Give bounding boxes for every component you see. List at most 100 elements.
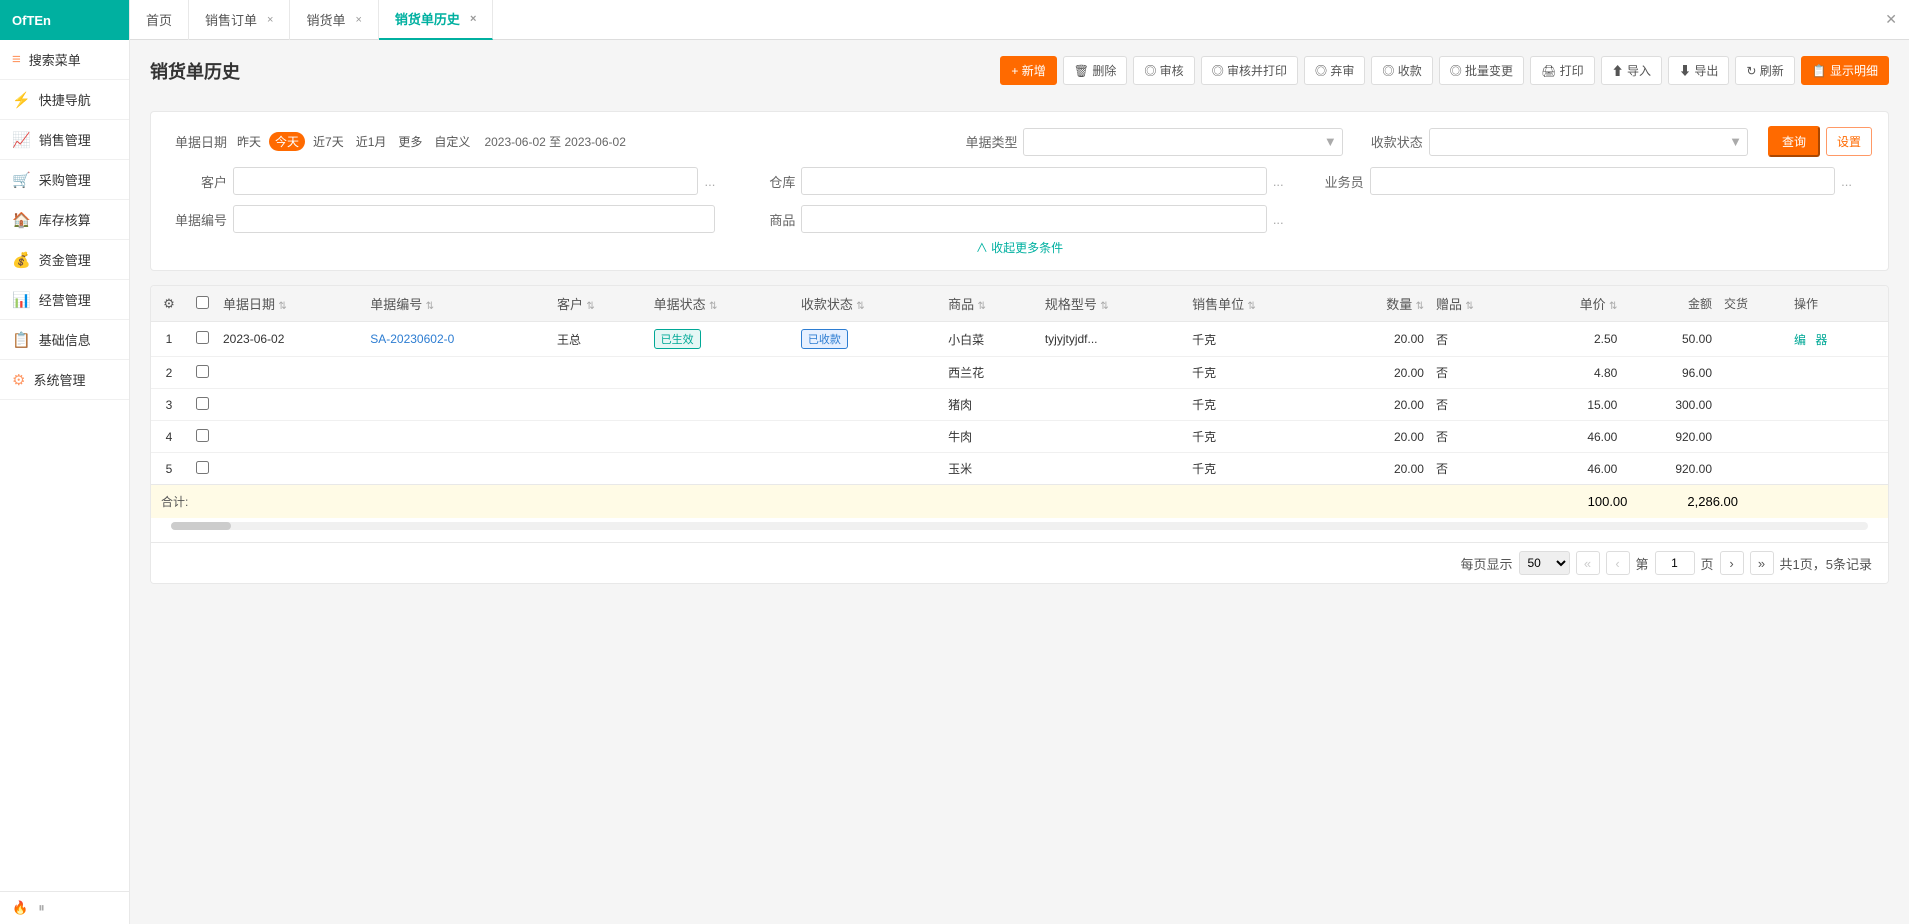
doc-no-input[interactable] [233, 205, 715, 233]
col-settings[interactable]: ⚙ [151, 286, 187, 322]
tab-sales-order[interactable]: 销售订单 × [189, 0, 290, 40]
sidebar-item-inventory[interactable]: 🏠 库存核算 [0, 200, 129, 240]
row-checkbox[interactable] [196, 397, 209, 410]
scrollbar-thumb[interactable] [171, 522, 231, 530]
salesperson-input[interactable] [1370, 167, 1835, 195]
batch-change-button[interactable]: ◎ 批量变更 [1439, 56, 1524, 85]
tab-sales-delivery-close[interactable]: × [355, 14, 361, 26]
table-body: 1 2023-06-02 SA-20230602-0 王总 已生效 已收款 小白… [151, 322, 1888, 485]
sidebar-item-purchase-mgmt[interactable]: 🛒 采购管理 [0, 160, 129, 200]
prev-page-btn[interactable]: ‹ [1606, 551, 1630, 575]
fire-icon[interactable]: 🔥 [12, 900, 28, 916]
select-all-checkbox[interactable] [196, 296, 209, 309]
cell-trade [1718, 453, 1788, 485]
refresh-button[interactable]: ↻ 刷新 [1735, 56, 1794, 85]
filter-row-3: 单据编号 商品 ... [167, 205, 1872, 233]
col-spec[interactable]: 规格型号 ⇅ [1039, 286, 1186, 322]
sidebar-item-finance[interactable]: 💰 资金管理 [0, 240, 129, 280]
row-checkbox[interactable] [196, 365, 209, 378]
col-date[interactable]: 单据日期 ⇅ [217, 286, 364, 322]
col-gift[interactable]: 赠品 ⇅ [1430, 286, 1527, 322]
pause-icon[interactable]: ⏸ [38, 900, 45, 916]
row-checkbox[interactable] [196, 429, 209, 442]
shortcut-7days[interactable]: 近7天 [309, 132, 348, 151]
sidebar-item-operations[interactable]: 📊 经营管理 [0, 280, 129, 320]
tab-sales-history-close[interactable]: × [470, 13, 476, 25]
table-row: 3 猪肉 千克 20.00 否 15.00 300.00 [151, 389, 1888, 421]
date-sort-icon: ⇅ [278, 301, 286, 312]
filter-doc-no: 单据编号 [167, 205, 715, 233]
cell-unit: 千克 [1186, 421, 1333, 453]
last-page-btn[interactable]: » [1750, 551, 1774, 575]
gift-sort-icon: ⇅ [1465, 301, 1473, 312]
delete-button[interactable]: 🗑 删除 [1063, 56, 1128, 85]
col-customer[interactable]: 客户 ⇅ [551, 286, 648, 322]
col-doc-no[interactable]: 单据编号 ⇅ [364, 286, 551, 322]
col-qty[interactable]: 数量 ⇅ [1333, 286, 1430, 322]
doc-type-select[interactable] [1023, 128, 1342, 156]
sidebar-item-system-mgmt[interactable]: ⚙ 系统管理 [0, 360, 129, 400]
sidebar-item-quick-nav[interactable]: ⚡ 快捷导航 [0, 80, 129, 120]
cell-checkbox[interactable] [187, 389, 217, 421]
payment-status-select[interactable] [1429, 128, 1748, 156]
shortcut-more[interactable]: 更多 [394, 132, 426, 151]
cell-checkbox[interactable] [187, 322, 217, 357]
page-input[interactable] [1655, 551, 1695, 575]
shortcut-yesterday[interactable]: 昨天 [233, 132, 265, 151]
warehouse-dots[interactable]: ... [1273, 174, 1284, 189]
print-button[interactable]: 🖨 打印 [1530, 56, 1595, 85]
cell-price: 15.00 [1527, 389, 1624, 421]
col-checkbox[interactable] [187, 286, 217, 322]
shortcut-1month[interactable]: 近1月 [352, 132, 391, 151]
col-unit[interactable]: 销售单位 ⇅ [1186, 286, 1333, 322]
more-btn[interactable]: 器 [1815, 333, 1827, 347]
settings-button[interactable]: 设置 [1826, 127, 1872, 156]
abandon-button[interactable]: ◎ 弃审 [1304, 56, 1365, 85]
collect-button[interactable]: ◎ 收款 [1371, 56, 1432, 85]
close-all-btn[interactable]: ✕ [1885, 11, 1897, 28]
col-trade[interactable]: 交货 [1718, 286, 1788, 322]
row-checkbox[interactable] [196, 331, 209, 344]
next-page-btn[interactable]: › [1720, 551, 1744, 575]
tab-home[interactable]: 首页 [130, 0, 189, 40]
salesperson-dots[interactable]: ... [1841, 174, 1852, 189]
first-page-btn[interactable]: « [1576, 551, 1600, 575]
sidebar-item-basic-info[interactable]: 📋 基础信息 [0, 320, 129, 360]
query-button[interactable]: 查询 [1768, 126, 1820, 157]
product-input[interactable] [801, 205, 1266, 233]
product-dots[interactable]: ... [1273, 212, 1284, 227]
col-amount[interactable]: 金额 [1623, 286, 1718, 322]
shortcut-custom[interactable]: 自定义 [430, 132, 474, 151]
col-payment-status[interactable]: 收款状态 ⇅ [795, 286, 942, 322]
show-detail-button[interactable]: 📋 显示明细 [1801, 56, 1889, 85]
sales-icon: 📈 [12, 131, 31, 149]
sidebar-item-search-menu[interactable]: ≡ 搜索菜单 [0, 40, 129, 80]
cell-checkbox[interactable] [187, 421, 217, 453]
col-price[interactable]: 单价 ⇅ [1527, 286, 1624, 322]
cell-doc-status [648, 389, 795, 421]
export-button[interactable]: ⬇ 导出 [1668, 56, 1729, 85]
customer-input[interactable] [233, 167, 698, 195]
col-product[interactable]: 商品 ⇅ [942, 286, 1039, 322]
edit-btn[interactable]: 编 [1794, 333, 1806, 347]
shortcut-today[interactable]: 今天 [269, 132, 305, 151]
cell-checkbox[interactable] [187, 453, 217, 485]
import-button[interactable]: ⬆ 导入 [1601, 56, 1662, 85]
collapse-btn[interactable]: ∧ 收起更多条件 [167, 239, 1872, 256]
tab-sales-history[interactable]: 销货单历史 × [379, 0, 493, 40]
main-area: 首页 销售订单 × 销货单 × 销货单历史 × ✕ 销货单历史 + 新增 🗑 删… [130, 0, 1909, 924]
cell-checkbox[interactable] [187, 357, 217, 389]
new-button[interactable]: + 新增 [1000, 56, 1056, 85]
tab-sales-delivery[interactable]: 销货单 × [290, 0, 378, 40]
sidebar-item-sales-mgmt[interactable]: 📈 销售管理 [0, 120, 129, 160]
audit-button[interactable]: ◎ 审核 [1133, 56, 1194, 85]
cell-payment-status [795, 453, 942, 485]
col-doc-status[interactable]: 单据状态 ⇅ [648, 286, 795, 322]
finance-icon: 💰 [12, 251, 31, 269]
customer-dots[interactable]: ... [704, 174, 715, 189]
per-page-select[interactable]: 50 20 100 [1519, 551, 1570, 575]
tab-sales-order-close[interactable]: × [267, 14, 273, 26]
warehouse-input[interactable] [801, 167, 1266, 195]
row-checkbox[interactable] [196, 461, 209, 474]
audit-print-button[interactable]: ◎ 审核并打印 [1201, 56, 1298, 85]
